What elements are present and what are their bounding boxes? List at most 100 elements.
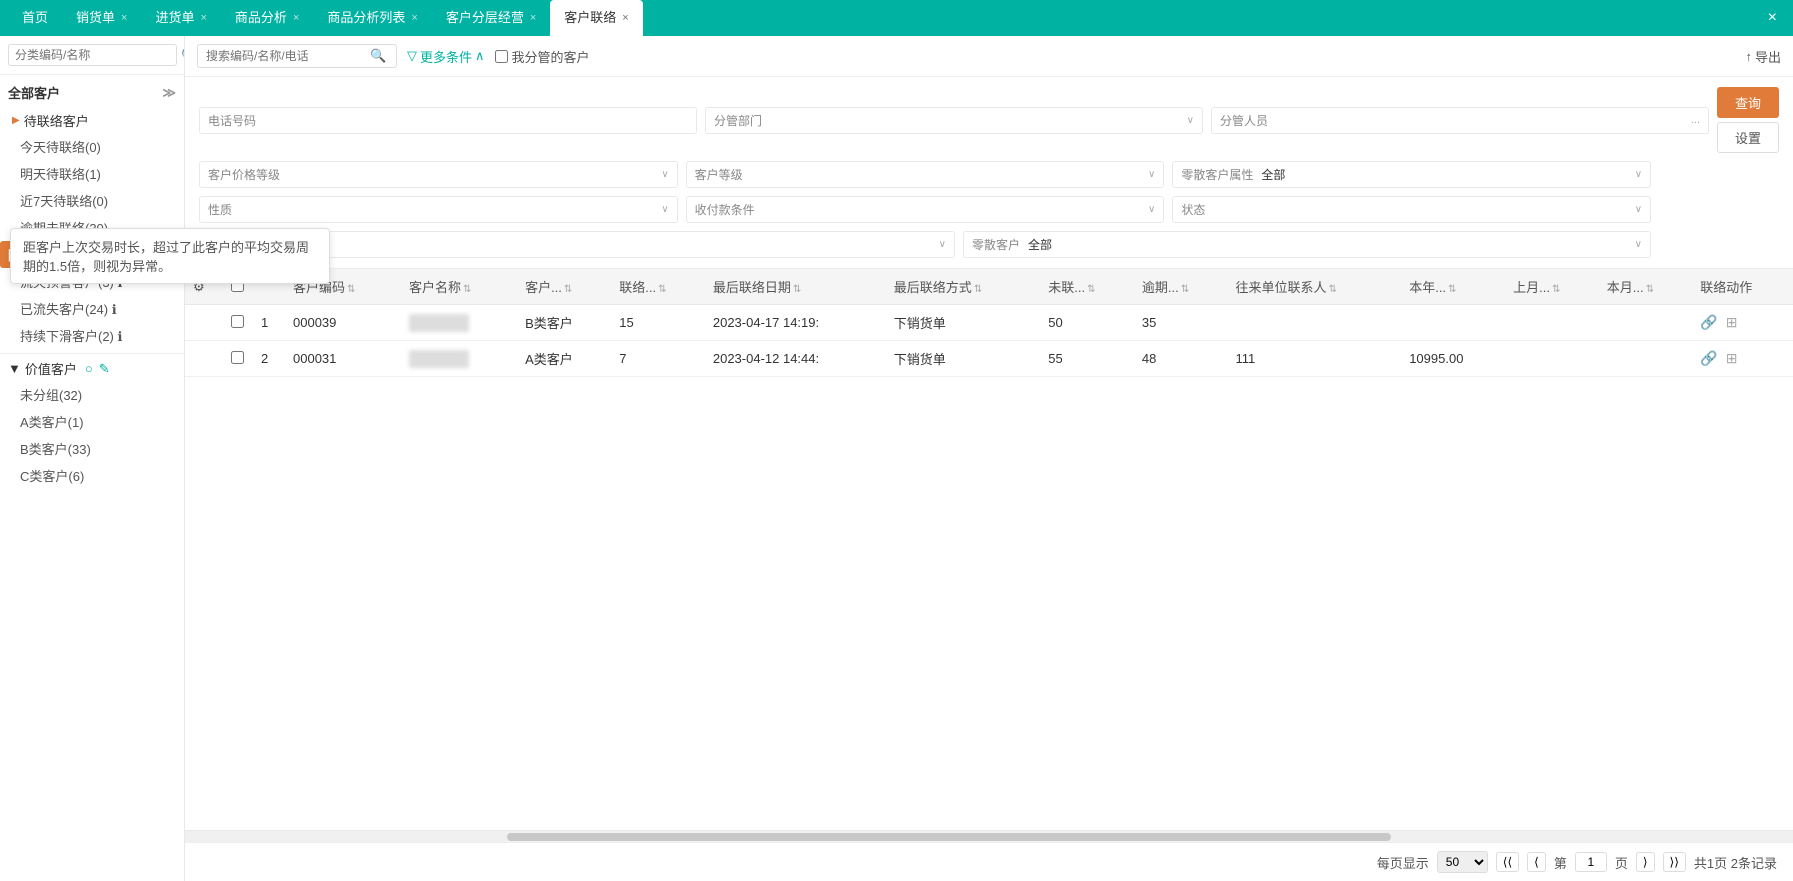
customer-tier-field[interactable]: 客户等级 ∨ [686, 161, 1165, 188]
status-field[interactable]: 状态 ∨ [1172, 196, 1651, 223]
table-row: 1 000039 B类客户 15 2023-04-17 14:19: 下销货单 … [185, 305, 1793, 341]
filter-icon: ▽ [407, 48, 417, 64]
row-checkbox[interactable] [231, 351, 244, 364]
nav-home[interactable]: 首页 [8, 0, 62, 36]
top-navigation: 首页 销货单 × 进货单 × 商品分析 × 商品分析列表 × 客户分层经营 × … [0, 0, 1793, 36]
close-customer-contact[interactable]: × [622, 0, 628, 36]
more-conditions-btn[interactable]: ▽ 更多条件 ∧ [407, 47, 485, 66]
filter-row-3: 性质 ∨ 收付款条件 ∨ 状态 ∨ [199, 196, 1779, 223]
horizontal-scrollbar[interactable] [185, 830, 1793, 842]
per-page-label: 每页显示 [1377, 853, 1429, 872]
close-sales-order[interactable]: × [121, 0, 127, 36]
contact-method-link[interactable]: 下销货单 [894, 352, 946, 367]
price-tier-field[interactable]: 客户价格等级 ∨ [199, 161, 678, 188]
close-purchase-order[interactable]: × [200, 0, 206, 36]
per-page-select[interactable]: 50 20 100 [1437, 851, 1488, 873]
col-last-contact-date[interactable]: 最后联络日期⇅ [705, 269, 886, 305]
sidebar: 🔍 全部客户 ≫ ▶ 待联络客户 今天待联络(0) 明天待联络(1) 近7天待联… [0, 36, 185, 881]
settings-button[interactable]: 设置 [1717, 122, 1779, 153]
action-link-icon[interactable]: 🔗 [1700, 350, 1717, 367]
search-icon[interactable]: 🔍 [370, 48, 386, 64]
col-overdue[interactable]: 逾期...⇅ [1134, 269, 1228, 305]
customer-type-field[interactable]: 客户类型 ∨ [267, 231, 955, 258]
customer-name-blurred [409, 350, 469, 368]
retail-customer-field[interactable]: 零散客户 全部 ∨ [963, 231, 1651, 258]
sort-icon-overdue: ⇅ [1181, 284, 1189, 295]
col-last-month[interactable]: 上月...⇅ [1505, 269, 1599, 305]
nav-product-analysis-list[interactable]: 商品分析列表 × [313, 0, 431, 36]
contact-method-link[interactable]: 下销货单 [894, 316, 946, 331]
nav-product-analysis[interactable]: 商品分析 × [221, 0, 313, 36]
first-page-button[interactable]: ⟨⟨ [1496, 852, 1519, 872]
col-action: 联络动作 [1692, 269, 1793, 305]
sort-icon-date: ⇅ [793, 284, 801, 295]
action-icons: 🔗 ⊞ [1700, 350, 1785, 367]
phone-input[interactable] [260, 113, 688, 127]
col-uncontacted[interactable]: 未联...⇅ [1040, 269, 1134, 305]
action-grid-icon[interactable]: ⊞ [1726, 350, 1738, 367]
nav-sales-order[interactable]: 销货单 × [62, 0, 141, 36]
close-product-analysis-list[interactable]: × [411, 0, 417, 36]
nature-field[interactable]: 性质 ∨ [199, 196, 678, 223]
sidebar-item-today-pending[interactable]: 今天待联络(0) [0, 133, 184, 160]
last-page-button[interactable]: ⟩⟩ [1663, 852, 1686, 872]
nav-purchase-order[interactable]: 进货单 × [141, 0, 220, 36]
row-checkbox[interactable] [231, 315, 244, 328]
sidebar-search-input[interactable] [8, 44, 177, 66]
sidebar-group-pending[interactable]: ▶ 待联络客户 [0, 106, 184, 133]
search-input[interactable] [206, 49, 366, 63]
close-product-analysis[interactable]: × [293, 0, 299, 36]
sort-icon-unit: ⇅ [1328, 284, 1336, 295]
window-close-button[interactable]: × [1760, 9, 1785, 27]
prev-page-button[interactable]: ⟨ [1527, 852, 1546, 872]
cell-unit-contact: 111 [1227, 341, 1401, 377]
cell-last-contact-date: 2023-04-12 14:44: [705, 341, 886, 377]
payment-terms-arrow-icon: ∨ [1148, 204, 1155, 215]
sidebar-item-ungrouped[interactable]: 未分组(32) [0, 381, 184, 408]
col-contacts[interactable]: 联络...⇅ [611, 269, 705, 305]
cell-last-month [1505, 305, 1599, 341]
export-button[interactable]: ↑ 导出 [1745, 47, 1781, 66]
nav-customer-contact[interactable]: 客户联络 × [550, 0, 642, 36]
payment-terms-field[interactable]: 收付款条件 ∨ [686, 196, 1165, 223]
sidebar-item-a-class[interactable]: A类客户(1) [0, 408, 184, 435]
group-triangle-icon: ▶ [12, 115, 20, 126]
nav-customer-tier[interactable]: 客户分层经营 × [432, 0, 550, 36]
col-this-month[interactable]: 本月...⇅ [1599, 269, 1693, 305]
next-page-button[interactable]: ⟩ [1636, 852, 1655, 872]
retail-attr-field[interactable]: 零散客户属性 全部 ∨ [1172, 161, 1651, 188]
my-customers-checkbox[interactable] [495, 50, 508, 63]
sidebar-item-churned[interactable]: 已流失客户(24) ℹ [0, 295, 184, 322]
col-unit-contact[interactable]: 往来单位联系人⇅ [1227, 269, 1401, 305]
col-customer-type[interactable]: 客户...⇅ [517, 269, 611, 305]
col-this-year[interactable]: 本年...⇅ [1401, 269, 1505, 305]
branch-dept-field[interactable]: 分管部门 ∨ [705, 107, 1203, 134]
cell-contacts: 15 [611, 305, 705, 341]
all-customers-title: 全部客户 ≫ [0, 75, 184, 106]
sidebar-item-c-class[interactable]: C类客户(6) [0, 462, 184, 489]
sort-icon-contacts: ⇅ [658, 284, 666, 295]
cell-customer-type: A类客户 [517, 341, 611, 377]
cell-uncontacted: 55 [1040, 341, 1134, 377]
search-box: 🔍 [197, 44, 397, 68]
cell-settings [185, 305, 221, 341]
branch-person-field[interactable]: 分管人员 ... [1211, 107, 1709, 134]
sidebar-item-declining[interactable]: 持续下滑客户(2) ℹ [0, 322, 184, 349]
col-customer-name[interactable]: 客户名称⇅ [401, 269, 517, 305]
page-number-input[interactable] [1575, 852, 1607, 872]
close-customer-tier[interactable]: × [530, 0, 536, 36]
main-layout: 🔍 全部客户 ≫ ▶ 待联络客户 今天待联络(0) 明天待联络(1) 近7天待联… [0, 36, 1793, 881]
action-link-icon[interactable]: 🔗 [1700, 314, 1717, 331]
col-last-contact-method[interactable]: 最后联络方式⇅ [886, 269, 1041, 305]
sidebar-group-value[interactable]: ▼ 价值客户 ○ ✎ [0, 353, 184, 381]
customer-type-arrow-icon: ∨ [939, 239, 946, 250]
sidebar-collapse-icon[interactable]: ≫ [162, 85, 176, 101]
sidebar-item-b-class[interactable]: B类客户(33) [0, 435, 184, 462]
export-icon: ↑ [1745, 49, 1752, 64]
query-button[interactable]: 查询 [1717, 87, 1779, 118]
cell-last-contact-method: 下销货单 [886, 305, 1041, 341]
action-grid-icon[interactable]: ⊞ [1726, 314, 1738, 331]
sidebar-item-tomorrow-pending[interactable]: 明天待联络(1) [0, 160, 184, 187]
scrollbar-thumb[interactable] [507, 833, 1391, 841]
sidebar-item-7days-pending[interactable]: 近7天待联络(0) [0, 187, 184, 214]
